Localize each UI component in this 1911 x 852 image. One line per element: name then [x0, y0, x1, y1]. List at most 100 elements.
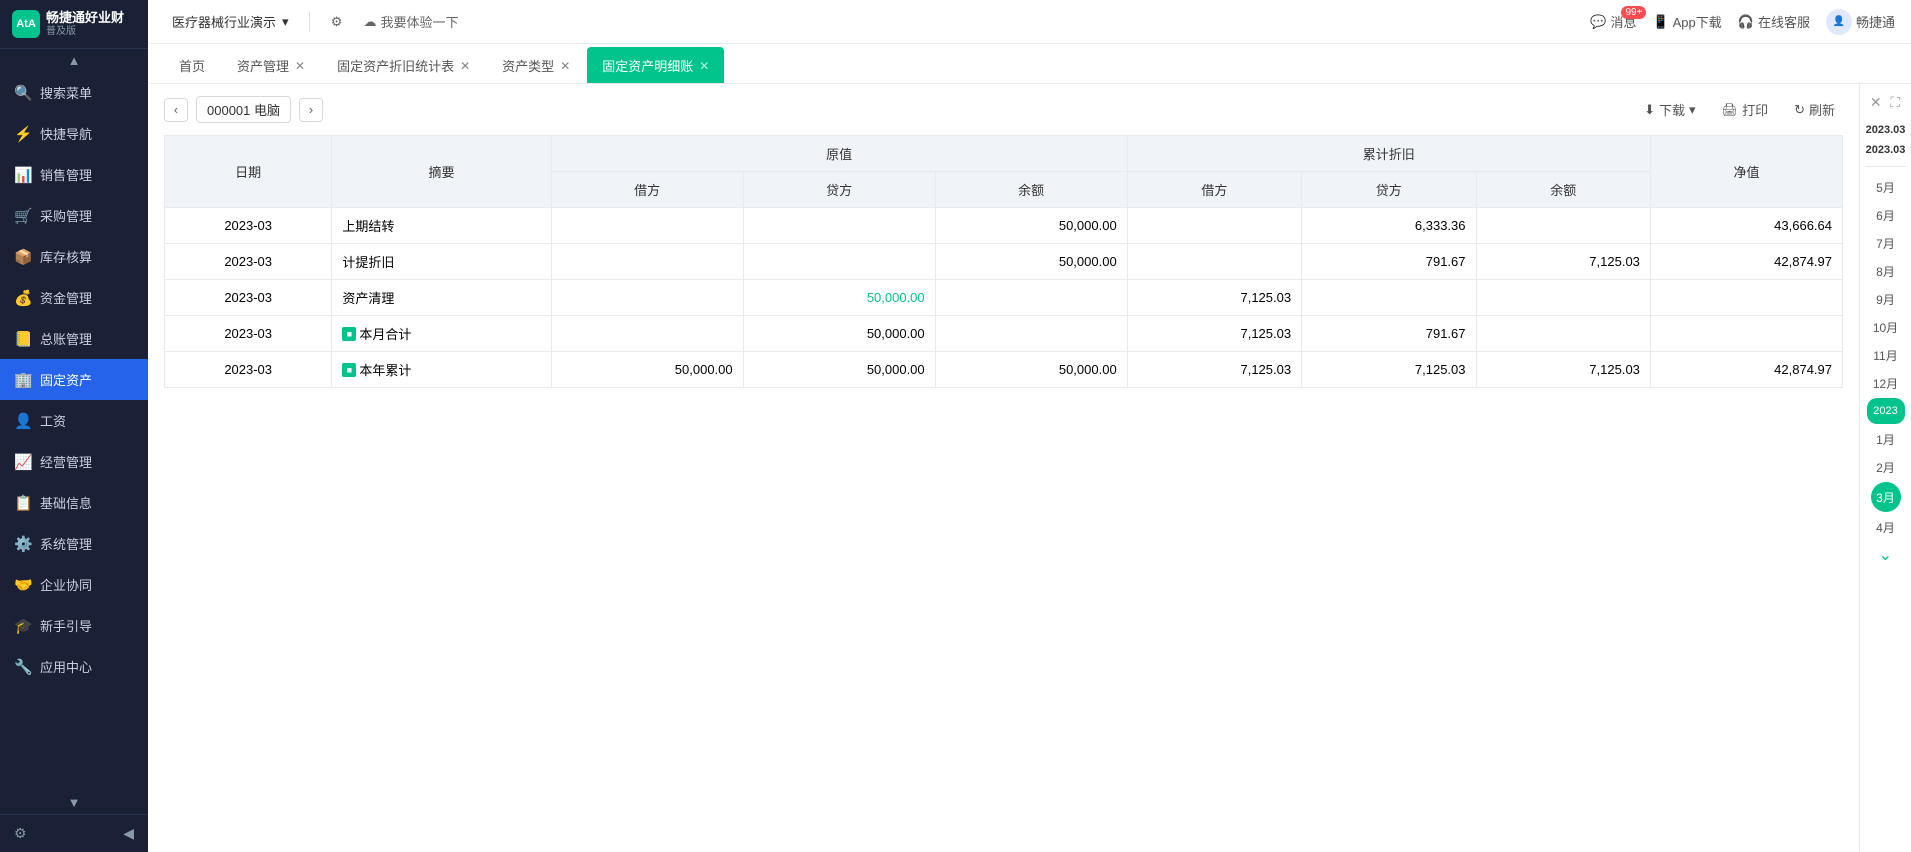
tab-home[interactable]: 首页 [164, 47, 220, 83]
cell-ad-debit: 7,125.03 [1127, 280, 1301, 316]
sidebar-item-search[interactable]: 🔍 搜索菜单 [0, 72, 148, 113]
sidebar-item-corp-collab[interactable]: 🤝 企业协同 [0, 564, 148, 605]
customer-service-button[interactable]: 🎧 在线客服 [1738, 12, 1810, 31]
newbie-icon: 🎓 [14, 617, 32, 635]
cell-ov-debit [551, 280, 743, 316]
prev-asset-button[interactable]: ‹ [164, 98, 188, 122]
sidebar-item-app-center[interactable]: 🔧 应用中心 [0, 646, 148, 687]
cell-date: 2023-03 [165, 244, 332, 280]
cell-ad-balance: 7,125.03 [1476, 352, 1650, 388]
cell-ad-balance [1476, 316, 1650, 352]
sidebar-item-system[interactable]: ⚙️ 系统管理 [0, 523, 148, 564]
sidebar-settings-button[interactable]: ⚙ [14, 825, 27, 842]
tab-depreciation-stats[interactable]: 固定资产折旧统计表 ✕ [322, 47, 485, 83]
sidebar-item-basic-info[interactable]: 📋 基础信息 [0, 482, 148, 523]
sidebar-item-sales[interactable]: 📊 销售管理 [0, 154, 148, 195]
tab-asset-detail-ledger-close[interactable]: ✕ [699, 59, 709, 73]
next-asset-button[interactable]: › [299, 98, 323, 122]
month-item-8[interactable]: 8月 [1868, 258, 1904, 284]
cell-date: 2023-03 [165, 352, 332, 388]
month-item-2[interactable]: 2月 [1868, 454, 1904, 480]
sidebar-label-purchase: 采购管理 [40, 206, 92, 225]
month-item-3-active[interactable]: 3月 [1871, 482, 1901, 512]
logo-title: 畅捷通好业财 [46, 10, 124, 26]
messages-button[interactable]: 💬 消息 99+ [1590, 12, 1636, 31]
sidebar-logo: AtA 畅捷通好业财 普及版 [0, 0, 148, 49]
sidebar-item-newbie[interactable]: 🎓 新手引导 [0, 605, 148, 646]
sidebar-item-ledger[interactable]: 📒 总账管理 [0, 318, 148, 359]
tag-icon: ■ [342, 327, 356, 341]
sidebar-item-fund[interactable]: 💰 资金管理 [0, 277, 148, 318]
month-item-6[interactable]: 6月 [1868, 202, 1904, 228]
table-row: 2023-03 资产清理 50,000.00 7,125.03 [165, 280, 1843, 316]
experience-label: 我要体验一下 [381, 12, 459, 31]
content-area: ‹ 000001 电脑 › ⬇ 下载 ▾ 🖨 打印 ↻ [148, 84, 1911, 852]
cell-ad-debit [1127, 244, 1301, 280]
refresh-button[interactable]: ↻ 刷新 [1786, 96, 1843, 123]
experience-icon: ☁ [364, 14, 377, 30]
salary-icon: 👤 [14, 412, 32, 430]
sidebar-item-salary[interactable]: 👤 工资 [0, 400, 148, 441]
app-download-label: App下载 [1673, 12, 1722, 31]
print-button[interactable]: 🖨 打印 [1714, 96, 1777, 123]
month-item-7[interactable]: 7月 [1868, 230, 1904, 256]
customer-service-icon: 🎧 [1738, 14, 1754, 30]
th-original-value: 原值 [551, 136, 1127, 172]
experience-button[interactable]: ☁ 我要体验一下 [364, 12, 459, 31]
app-download-button[interactable]: 📱 App下载 [1652, 12, 1721, 31]
month-item-11[interactable]: 11月 [1868, 342, 1904, 368]
sidebar-item-operation[interactable]: 📈 经营管理 [0, 441, 148, 482]
purchase-icon: 🛒 [14, 207, 32, 225]
customer-service-label: 在线客服 [1758, 12, 1810, 31]
sidebar-item-quick-nav[interactable]: ⚡ 快捷导航 [0, 113, 148, 154]
sidebar-footer: ⚙ ◀ [0, 814, 148, 852]
table-row: 2023-03 ■ 本年累计 50,000.00 50,000.00 50,00… [165, 352, 1843, 388]
tab-asset-mgmt-label: 资产管理 [237, 56, 289, 75]
settings-button[interactable]: ⚙ [322, 7, 352, 37]
cell-ad-debit [1127, 208, 1301, 244]
system-icon: ⚙️ [14, 535, 32, 553]
month-item-10[interactable]: 10月 [1868, 314, 1904, 340]
sidebar-collapse-button[interactable]: ◀ [123, 825, 134, 842]
tab-asset-type-close[interactable]: ✕ [560, 59, 570, 73]
toolbar-row: ‹ 000001 电脑 › ⬇ 下载 ▾ 🖨 打印 ↻ [164, 96, 1843, 123]
print-icon: 🖨 [1722, 102, 1739, 118]
tab-depreciation-stats-close[interactable]: ✕ [460, 59, 470, 73]
company-selector[interactable]: 医疗器械行业演示 ▾ [164, 8, 297, 35]
month-item-1[interactable]: 1月 [1868, 426, 1904, 452]
action-buttons: ⬇ 下载 ▾ 🖨 打印 ↻ 刷新 [1636, 96, 1843, 123]
logo-icon: AtA [12, 10, 40, 38]
sidebar-scroll-up[interactable]: ▲ [0, 49, 148, 72]
cell-net-value [1650, 280, 1842, 316]
sidebar: AtA 畅捷通好业财 普及版 ▲ 🔍 搜索菜单 ⚡ 快捷导航 📊 销售管理 🛒 … [0, 0, 148, 852]
cell-ov-debit [551, 208, 743, 244]
month-item-9[interactable]: 9月 [1868, 286, 1904, 312]
app-download-icon: 📱 [1652, 14, 1668, 30]
cell-ov-balance: 50,000.00 [935, 208, 1127, 244]
panel-expand-button[interactable]: ⛶ [1886, 92, 1906, 112]
sidebar-label-app-center: 应用中心 [40, 657, 92, 676]
cell-ov-debit: 50,000.00 [551, 352, 743, 388]
sidebar-item-purchase[interactable]: 🛒 采购管理 [0, 195, 148, 236]
sidebar-item-inventory[interactable]: 📦 库存核算 [0, 236, 148, 277]
panel-close-button[interactable]: ✕ [1866, 92, 1886, 112]
table-wrapper: 日期 摘要 原值 累计折旧 净值 借方 贷方 余额 借方 贷方 余额 [164, 135, 1843, 388]
sidebar-scroll-down[interactable]: ▼ [0, 791, 148, 814]
panel-down-arrow[interactable]: ⌄ [1868, 542, 1904, 568]
company-dropdown-icon: ▾ [282, 14, 289, 30]
sidebar-item-fixed-asset[interactable]: 🏢 固定资产 [0, 359, 148, 400]
user-menu[interactable]: 👤 畅捷通 [1826, 9, 1895, 35]
tab-asset-detail-ledger[interactable]: 固定资产明细账 ✕ [587, 47, 724, 83]
cell-date: 2023-03 [165, 208, 332, 244]
month-item-5[interactable]: 5月 [1868, 174, 1904, 200]
tab-asset-type[interactable]: 资产类型 ✕ [487, 47, 585, 83]
tab-asset-mgmt-close[interactable]: ✕ [295, 59, 305, 73]
tab-asset-mgmt[interactable]: 资产管理 ✕ [222, 47, 320, 83]
download-button[interactable]: ⬇ 下载 ▾ [1636, 96, 1703, 123]
sidebar-label-basic-info: 基础信息 [40, 493, 92, 512]
topbar-right: 💬 消息 99+ 📱 App下载 🎧 在线客服 👤 畅捷通 [1590, 9, 1895, 35]
month-item-4[interactable]: 4月 [1868, 514, 1904, 540]
cell-net-value [1650, 316, 1842, 352]
year-2023-marker[interactable]: 2023 [1867, 398, 1905, 424]
month-item-12[interactable]: 12月 [1868, 370, 1904, 396]
